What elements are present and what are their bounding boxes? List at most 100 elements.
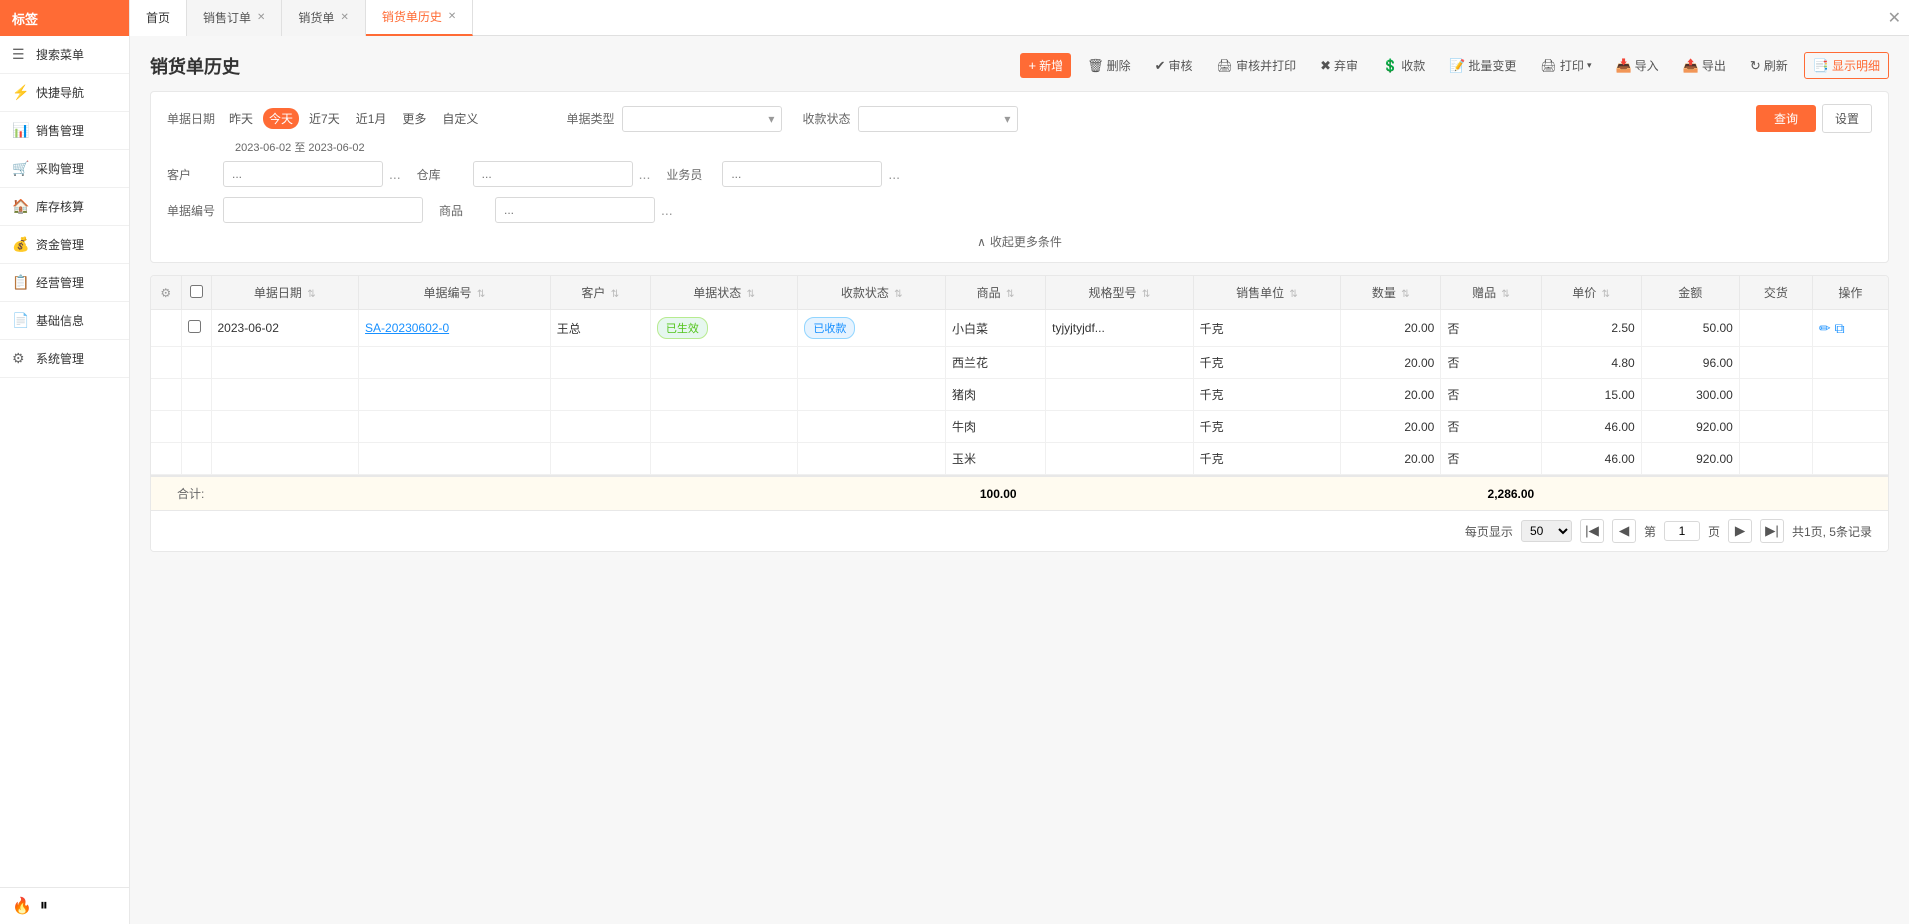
column-amount[interactable]: 金额 xyxy=(1641,276,1739,310)
column-unit[interactable]: 销售单位 ⇅ xyxy=(1193,276,1341,310)
operations-mgmt-icon: 📋 xyxy=(12,274,28,291)
date-tab-1month[interactable]: 近1月 xyxy=(350,108,393,129)
tab-sales-history-close[interactable]: ✕ xyxy=(448,11,456,22)
table-row[interactable]: 西兰花 千克 20.00 否 4.80 96.00 xyxy=(151,347,1888,379)
column-qty[interactable]: 数量 ⇅ xyxy=(1341,276,1441,310)
tab-sales-order[interactable]: 销售订单 ✕ xyxy=(187,0,282,36)
sidebar-item-sales-mgmt[interactable]: 📊 销售管理 xyxy=(0,112,129,150)
edit-icon[interactable]: ✏ xyxy=(1819,320,1831,337)
sidebar-item-quick-nav[interactable]: ⚡ 快捷导航 xyxy=(0,74,129,112)
row-trade xyxy=(1739,379,1812,411)
column-customer[interactable]: 客户 ⇅ xyxy=(550,276,650,310)
row-docno[interactable] xyxy=(359,411,551,443)
sidebar-bottom-icon1[interactable]: 🔥 xyxy=(12,896,32,916)
sidebar-item-system-mgmt[interactable]: ⚙ 系统管理 xyxy=(0,340,129,378)
salesperson-ellipsis[interactable]: ... xyxy=(888,166,900,182)
date-tab-today[interactable]: 今天 xyxy=(263,108,299,129)
column-unit-price[interactable]: 单价 ⇅ xyxy=(1541,276,1641,310)
date-tab-yesterday[interactable]: 昨天 xyxy=(223,108,259,129)
export-button[interactable]: 📤 导出 xyxy=(1675,53,1734,78)
row-gear xyxy=(151,379,181,411)
batch-change-button[interactable]: 📝 批量变更 xyxy=(1441,53,1524,78)
tab-sales-history[interactable]: 销货单历史 ✕ xyxy=(366,0,473,36)
filter-row-2: 客户 ... 仓库 ... 业务员 ... xyxy=(167,161,1872,187)
table-row[interactable]: 猪肉 千克 20.00 否 15.00 300.00 xyxy=(151,379,1888,411)
row-date xyxy=(211,443,359,475)
finance-mgmt-icon: 💰 xyxy=(12,236,28,253)
print-icon: 🖨 xyxy=(1540,58,1557,74)
date-tab-more[interactable]: 更多 xyxy=(396,108,432,129)
column-docno[interactable]: 单据编号 ⇅ xyxy=(359,276,551,310)
tab-sales-invoice[interactable]: 销货单 ✕ xyxy=(282,0,365,36)
column-gear[interactable]: ⚙ xyxy=(151,276,181,310)
print-button[interactable]: 🖨 打印 ▾ xyxy=(1532,53,1599,78)
sidebar-item-purchase-mgmt[interactable]: 🛒 采购管理 xyxy=(0,150,129,188)
date-tab-7days[interactable]: 近7天 xyxy=(303,108,346,129)
doc-type-select[interactable] xyxy=(622,106,782,132)
column-pay-status[interactable]: 收款状态 ⇅ xyxy=(798,276,946,310)
copy-icon[interactable]: ⧉ xyxy=(1835,320,1845,337)
column-gift[interactable]: 赠品 ⇅ xyxy=(1441,276,1541,310)
row-qty: 20.00 xyxy=(1341,347,1441,379)
sidebar-item-operations-mgmt[interactable]: 📋 经营管理 xyxy=(0,264,129,302)
docno-label: 单据编号 xyxy=(167,202,217,219)
per-page-select[interactable]: 50 20 100 xyxy=(1521,520,1572,542)
abandon-button[interactable]: ✖ 弃审 xyxy=(1312,53,1366,78)
row-docno[interactable] xyxy=(359,347,551,379)
row-docno[interactable] xyxy=(359,443,551,475)
table-row[interactable]: 牛肉 千克 20.00 否 46.00 920.00 xyxy=(151,411,1888,443)
sidebar-item-basic-info[interactable]: 📄 基础信息 xyxy=(0,302,129,340)
customer-ellipsis[interactable]: ... xyxy=(389,166,401,182)
collapse-filter-button[interactable]: ∧ 收起更多条件 xyxy=(167,233,1872,250)
docno-input[interactable] xyxy=(223,197,423,223)
settings-button[interactable]: 设置 xyxy=(1822,104,1872,133)
import-button[interactable]: 📥 导入 xyxy=(1607,53,1666,78)
delete-button[interactable]: 🗑 删除 xyxy=(1079,53,1139,78)
sidebar-bottom: 🔥 ⏸ xyxy=(0,887,129,924)
salesperson-input[interactable] xyxy=(722,161,882,187)
last-page-button[interactable]: ▶| xyxy=(1760,519,1784,543)
new-label: 新增 xyxy=(1039,57,1063,74)
row-checkbox[interactable] xyxy=(188,320,201,333)
row-checkbox-cell xyxy=(181,347,211,379)
sidebar-item-finance-mgmt[interactable]: 💰 资金管理 xyxy=(0,226,129,264)
next-page-button[interactable]: ▶ xyxy=(1728,519,1752,543)
row-docno[interactable] xyxy=(359,379,551,411)
sidebar-bottom-icon2[interactable]: ⏸ xyxy=(40,897,48,915)
prev-page-button[interactable]: ◀ xyxy=(1612,519,1636,543)
doc-no-link[interactable]: SA-20230602-0 xyxy=(365,321,449,335)
date-tab-custom[interactable]: 自定义 xyxy=(436,108,484,129)
warehouse-ellipsis[interactable]: ... xyxy=(639,166,651,182)
page-input[interactable] xyxy=(1664,521,1700,541)
goods-input[interactable] xyxy=(495,197,655,223)
warehouse-input[interactable] xyxy=(473,161,633,187)
select-all-checkbox[interactable] xyxy=(190,285,203,298)
collect-button[interactable]: 💲 收款 xyxy=(1374,53,1433,78)
audit-button[interactable]: ✔ 审核 xyxy=(1147,53,1201,78)
query-button[interactable]: 查询 xyxy=(1756,105,1816,132)
refresh-button[interactable]: ↻ 刷新 xyxy=(1742,53,1796,78)
show-detail-button[interactable]: 📑 显示明细 xyxy=(1804,52,1889,79)
sidebar-item-inventory[interactable]: 🏠 库存核算 xyxy=(0,188,129,226)
customer-input[interactable] xyxy=(223,161,383,187)
sidebar-item-search-menu[interactable]: ☰ 搜索菜单 xyxy=(0,36,129,74)
tab-sales-order-close[interactable]: ✕ xyxy=(257,12,265,23)
column-date[interactable]: 单据日期 ⇅ xyxy=(211,276,359,310)
first-page-button[interactable]: |◀ xyxy=(1580,519,1604,543)
tab-sales-invoice-close[interactable]: ✕ xyxy=(340,12,348,23)
column-spec[interactable]: 规格型号 ⇅ xyxy=(1046,276,1194,310)
new-button[interactable]: + 新增 xyxy=(1020,53,1071,78)
column-goods[interactable]: 商品 ⇅ xyxy=(945,276,1045,310)
column-doc-status[interactable]: 单据状态 ⇅ xyxy=(650,276,798,310)
row-docno[interactable]: SA-20230602-0 xyxy=(359,310,551,347)
table-row[interactable]: 玉米 千克 20.00 否 46.00 920.00 xyxy=(151,443,1888,475)
audit-print-button[interactable]: 🖨 审核并打印 xyxy=(1209,53,1305,78)
goods-ellipsis[interactable]: ... xyxy=(661,202,673,218)
close-all-tabs-button[interactable]: ✕ xyxy=(1888,8,1901,28)
column-checkbox xyxy=(181,276,211,310)
pay-status-select[interactable] xyxy=(858,106,1018,132)
row-customer xyxy=(550,411,650,443)
table-row[interactable]: 2023-06-02 SA-20230602-0 王总 已生效 已收款 小白菜 … xyxy=(151,310,1888,347)
row-pay-status xyxy=(798,443,946,475)
tab-home[interactable]: 首页 xyxy=(130,0,187,36)
